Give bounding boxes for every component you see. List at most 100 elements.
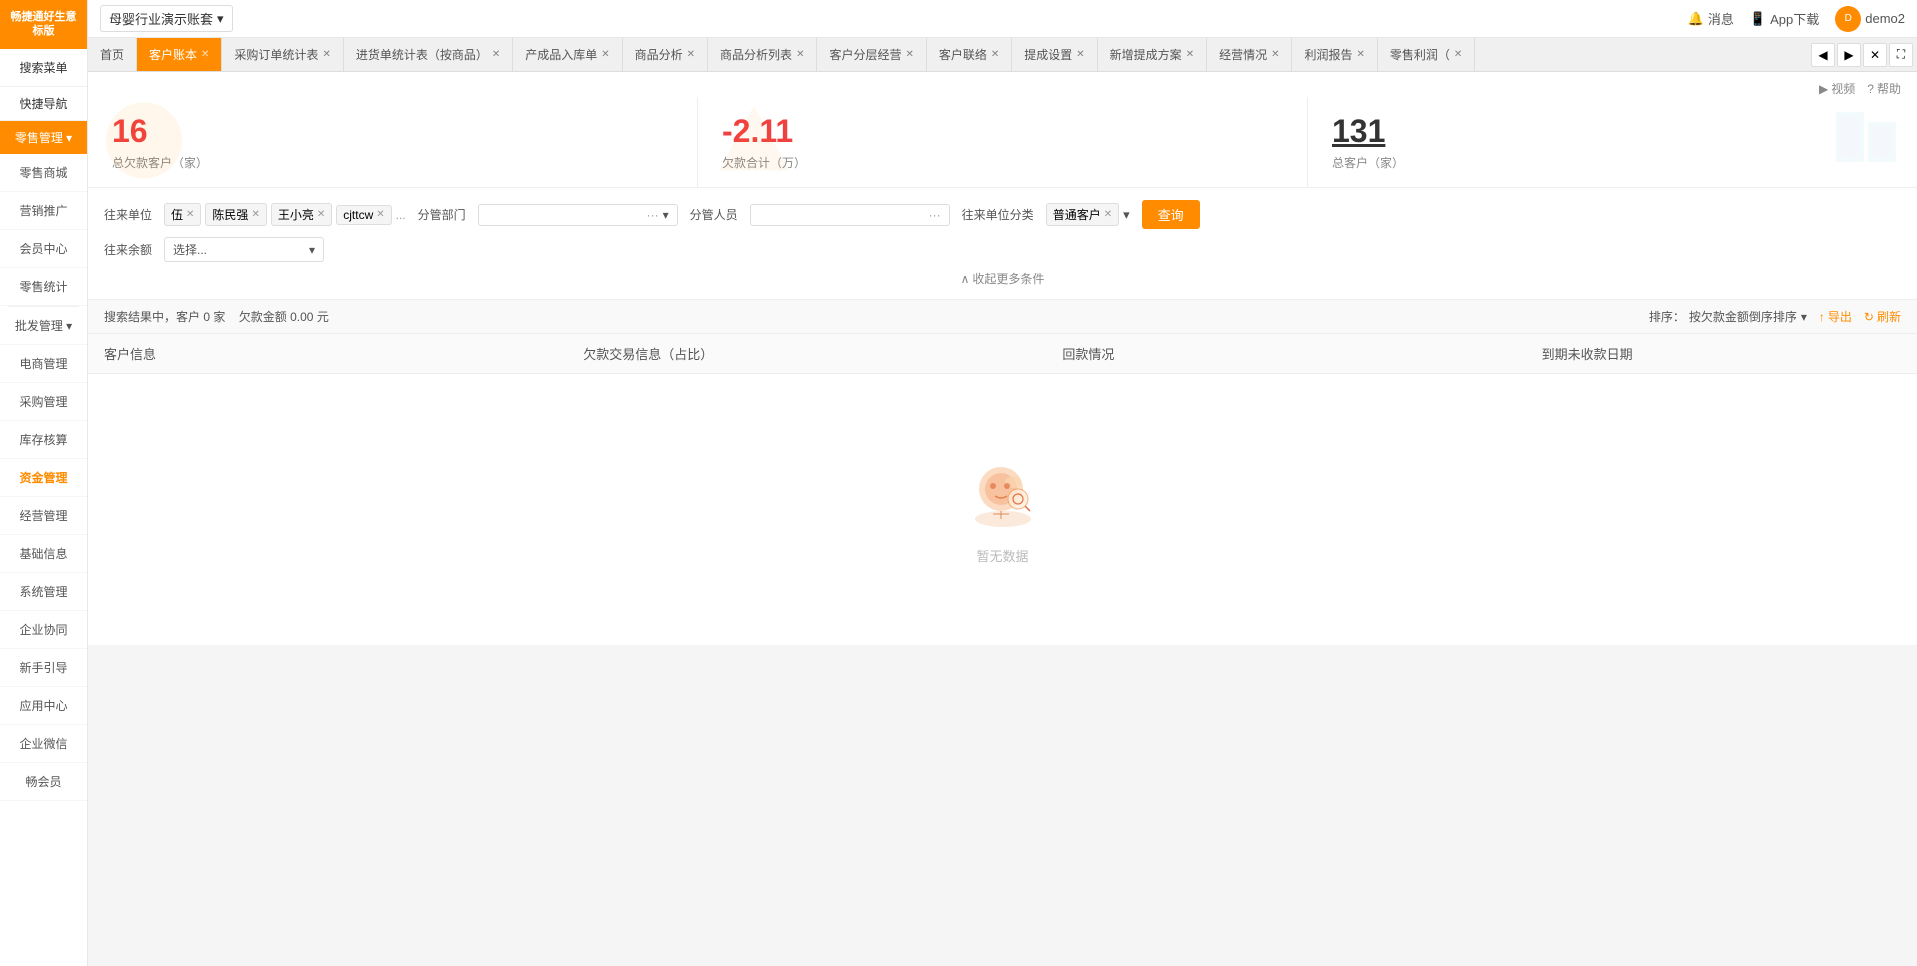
sidebar-item-operations[interactable]: 经营管理 [0, 497, 87, 535]
person-filter-label: 分管人员 [690, 206, 738, 223]
sidebar-item-finance[interactable]: 资金管理 [0, 459, 87, 497]
unit-filter-label: 往来单位 [104, 206, 152, 223]
tab-retail-profit[interactable]: 零售利润（ ✕ [1378, 38, 1475, 72]
tab-next-button[interactable]: ▶ [1837, 43, 1861, 67]
sidebar-item-basic-info[interactable]: 基础信息 [0, 535, 87, 573]
sidebar-item-member[interactable]: 会员中心 [0, 230, 87, 268]
sort-select[interactable]: 排序： 按欠款金额倒序排序 ▾ [1649, 308, 1807, 325]
person-more-icon: ··· [929, 208, 941, 222]
tab-product-analysis-close[interactable]: ✕ [687, 49, 695, 60]
tab-customer-balance[interactable]: 客户账本 ✕ [137, 38, 222, 72]
sidebar-search[interactable]: 搜索菜单 [0, 49, 87, 87]
messages-button[interactable]: 🔔 消息 [1688, 9, 1734, 28]
sidebar-item-purchase[interactable]: 采购管理 [0, 383, 87, 421]
sidebar-item-retail-mgmt[interactable]: 零售管理 ▾ [0, 121, 87, 154]
app-download-button[interactable]: 📱 App下载 [1750, 9, 1819, 28]
tab-controls: ◀ ▶ ✕ ⛶ [1807, 43, 1917, 67]
sidebar-quick-nav[interactable]: 快捷导航 [0, 87, 87, 121]
unit-tag-chen[interactable]: 陈民强 ✕ [205, 203, 266, 226]
tab-customer-contact-close[interactable]: ✕ [991, 49, 999, 60]
sidebar-item-vip[interactable]: 畅会员 [0, 763, 87, 801]
unit-type-dropdown[interactable]: ▾ [1123, 207, 1130, 223]
query-button[interactable]: 查询 [1142, 200, 1200, 229]
store-selector[interactable]: 母婴行业演示账套 ▾ [100, 5, 233, 32]
dept-more-icon: ··· [647, 208, 659, 222]
unit-tag-chen-close[interactable]: ✕ [251, 209, 259, 220]
user-avatar: D [1835, 6, 1861, 32]
unit-type-tag-normal[interactable]: 普通客户 ✕ [1046, 203, 1119, 226]
tab-product-analysis-list-close[interactable]: ✕ [796, 49, 804, 60]
tab-ops-status[interactable]: 经营情况 ✕ [1207, 38, 1292, 72]
video-button[interactable]: ▶ 视频 [1819, 80, 1855, 97]
help-button[interactable]: ? 帮助 [1867, 80, 1901, 97]
tab-customer-contact[interactable]: 客户联络 ✕ [927, 38, 1012, 72]
tab-inventory-stats-close[interactable]: ✕ [492, 49, 500, 60]
sidebar-item-retail-store[interactable]: 零售商城 [0, 154, 87, 192]
unit-tag-cjttcw[interactable]: cjttcw ✕ [336, 205, 391, 225]
tab-raise-settings[interactable]: 提成设置 ✕ [1012, 38, 1097, 72]
sidebar-item-system[interactable]: 系统管理 [0, 573, 87, 611]
collapse-label: 收起更多条件 [972, 270, 1044, 287]
tab-purchase-order-close[interactable]: ✕ [322, 49, 330, 60]
empty-state: 暂无数据 [88, 374, 1917, 645]
sidebar-item-enterprise[interactable]: 企业协同 [0, 611, 87, 649]
tab-product-analysis[interactable]: 商品分析 ✕ [623, 38, 708, 72]
refresh-button[interactable]: ↻ 刷新 [1864, 308, 1901, 325]
person-filter-select[interactable]: ··· [750, 204, 950, 226]
unit-tag-wang-close[interactable]: ✕ [317, 209, 325, 220]
tab-product-stock[interactable]: 产成品入库单 ✕ [513, 38, 622, 72]
col-header-debt: 欠款交易信息（占比） [583, 344, 1062, 363]
customer-count: 0 [203, 310, 210, 324]
dept-filter-select[interactable]: ··· ▾ [478, 204, 678, 226]
sidebar-item-wechat[interactable]: 企业微信 [0, 725, 87, 763]
tab-customer-contact-label: 客户联络 [939, 46, 987, 63]
user-profile[interactable]: D demo2 [1835, 6, 1905, 32]
video-label: 视频 [1831, 80, 1855, 97]
tab-customer-balance-close[interactable]: ✕ [201, 49, 209, 60]
tab-profit-report[interactable]: 利润报告 ✕ [1292, 38, 1377, 72]
tab-product-stock-close[interactable]: ✕ [601, 49, 609, 60]
export-button[interactable]: ↑ 导出 [1819, 308, 1852, 325]
tab-customer-balance-label: 客户账本 [149, 46, 197, 63]
app-logo[interactable]: 畅捷通好生意 标版 [0, 0, 87, 49]
sidebar-item-wholesale[interactable]: 批发管理 ▾ [0, 307, 87, 345]
tab-retail-profit-close[interactable]: ✕ [1454, 49, 1462, 60]
app-download-label: App下载 [1770, 9, 1819, 28]
sidebar-item-app-center[interactable]: 应用中心 [0, 687, 87, 725]
logo-text: 畅捷通好生意 标版 [8, 10, 79, 39]
tab-add-raise[interactable]: 新增提成方案 ✕ [1098, 38, 1207, 72]
unit-tag-wu-close[interactable]: ✕ [186, 209, 194, 220]
sort-label: 排序： [1649, 308, 1685, 325]
tab-prev-button[interactable]: ◀ [1811, 43, 1835, 67]
tab-purchase-order[interactable]: 采购订单统计表 ✕ [222, 38, 343, 72]
tab-customer-segment[interactable]: 客户分层经营 ✕ [817, 38, 926, 72]
sidebar-item-inventory[interactable]: 库存核算 [0, 421, 87, 459]
sidebar-item-marketing[interactable]: 营销推广 [0, 192, 87, 230]
tab-fullscreen-button[interactable]: ⛶ [1889, 43, 1913, 67]
unit-tag-wang[interactable]: 王小亮 ✕ [271, 203, 332, 226]
tab-close-all-button[interactable]: ✕ [1863, 43, 1887, 67]
tab-raise-settings-close[interactable]: ✕ [1076, 49, 1084, 60]
sidebar-item-ecommerce[interactable]: 电商管理 [0, 345, 87, 383]
unit-tag-cjttcw-close[interactable]: ✕ [376, 209, 384, 220]
unit-more-btn[interactable]: ... [396, 208, 406, 222]
tab-add-raise-close[interactable]: ✕ [1186, 49, 1194, 60]
user-name: demo2 [1865, 11, 1905, 26]
tab-profit-report-close[interactable]: ✕ [1357, 49, 1365, 60]
unit-tag-wu[interactable]: 伍 ✕ [164, 203, 201, 226]
tab-customer-segment-close[interactable]: ✕ [905, 49, 913, 60]
debt-suffix: 元 [317, 310, 329, 324]
collapse-button[interactable]: ∧ 收起更多条件 [961, 270, 1045, 287]
customer-balance-page: ▶ 视频 ? 帮助 ¥ 16 总欠款客户（家） [88, 72, 1917, 645]
tab-inventory-stats[interactable]: 进货单统计表（按商品） ✕ [344, 38, 513, 72]
balance-filter-select[interactable]: 选择... ▾ [164, 237, 324, 262]
tab-home[interactable]: 首页 [88, 38, 137, 72]
tab-product-analysis-list[interactable]: 商品分析列表 ✕ [708, 38, 817, 72]
col-header-due-date: 到期未收款日期 [1542, 344, 1901, 363]
filter-row-1: 往来单位 伍 ✕ 陈民强 ✕ 王小亮 ✕ [104, 200, 1901, 229]
unit-type-tag-close[interactable]: ✕ [1104, 209, 1112, 220]
export-icon: ↑ [1819, 310, 1825, 324]
sidebar-item-newbie[interactable]: 新手引导 [0, 649, 87, 687]
tab-ops-status-close[interactable]: ✕ [1271, 49, 1279, 60]
sidebar-item-retail-stats[interactable]: 零售统计 [0, 268, 87, 306]
